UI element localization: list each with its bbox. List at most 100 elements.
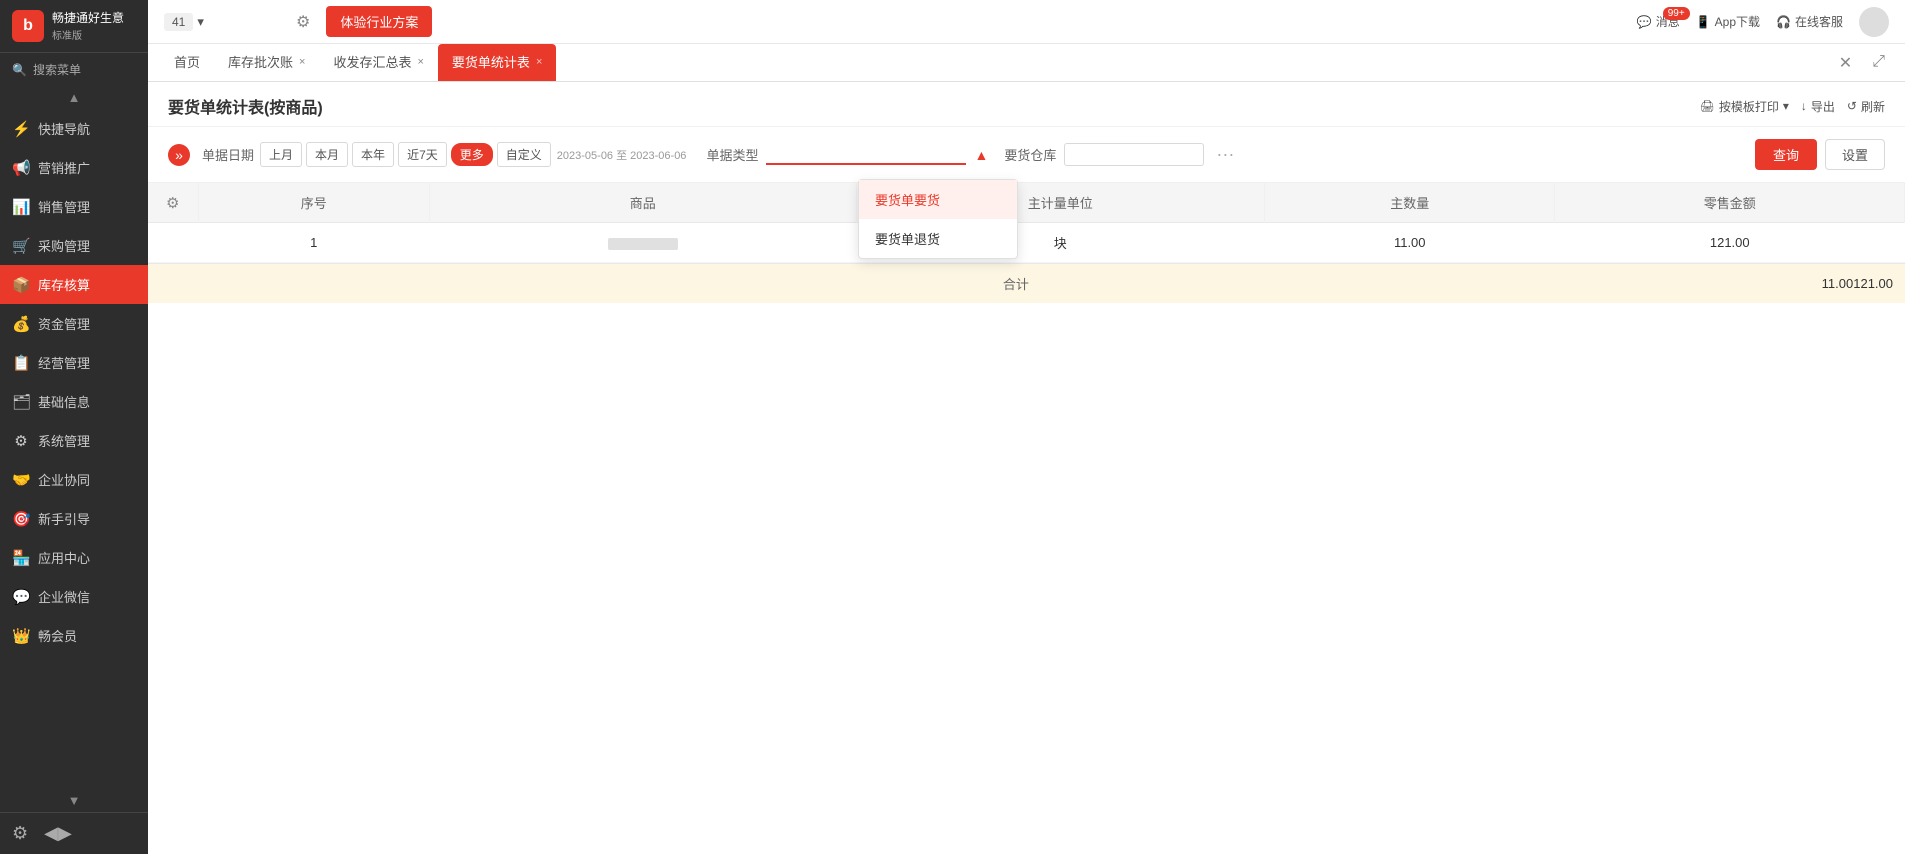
type-filter-group: 单据类型 ▲ [706,144,988,165]
sidebar-item-vip[interactable]: 👑 畅会员 [0,616,148,655]
app-download-label: App下载 [1715,13,1760,30]
export-action[interactable]: ↓ 导出 [1801,98,1835,115]
messages-btn[interactable]: 💬 消息 99+ [1637,13,1680,30]
dropdown-item-label: 要货单退货 [875,232,940,247]
logo-text-block: 畅捷通好生意 标准版 [52,10,124,42]
service-label: 在线客服 [1795,13,1843,30]
online-service-btn[interactable]: 🎧 在线客服 [1776,13,1843,30]
tab-label: 收发存汇总表 [333,52,411,71]
column-settings-icon[interactable]: ⚙ [166,195,179,212]
quick-nav-icon: ⚡ [12,120,30,138]
table-header-row: ⚙ 序号 商品 主计量单位 主数 [148,183,1905,223]
filter-more-btn[interactable]: ··· [1216,144,1234,165]
refresh-action[interactable]: ↺ 刷新 [1847,98,1885,115]
query-button[interactable]: 查询 [1755,139,1817,170]
sidebar-item-system[interactable]: ⚙ 系统管理 [0,421,148,460]
sidebar-item-label: 企业协同 [38,470,90,489]
sidebar-item-enterprise[interactable]: 🤝 企业协同 [0,460,148,499]
settings-button[interactable]: 设置 [1825,139,1885,170]
filter-actions: 查询 设置 [1755,139,1885,170]
type-dropdown-arrow[interactable]: ▲ [974,147,988,163]
tab-close-icon[interactable]: × [536,56,542,68]
logo-icon: b [12,10,44,42]
trial-button[interactable]: 体验行业方案 [326,6,432,37]
marketing-icon: 📢 [12,159,30,177]
header-right: 💬 消息 99+ 📱 App下载 🎧 在线客服 [1637,7,1889,37]
footer-total-label: 合计 [210,274,1822,293]
sidebar-bottom: ⚙ ◀▶ [0,812,148,854]
sidebar-item-wechat[interactable]: 💬 企业微信 [0,577,148,616]
sidebar: b 畅捷通好生意 标准版 🔍 搜索菜单 ▲ ⚡ 快捷导航 📢 营销推广 📊 销售… [0,0,148,854]
sidebar-item-purchase[interactable]: 🛒 采购管理 [0,226,148,265]
sidebar-item-appstore[interactable]: 🏪 应用中心 [0,538,148,577]
export-label: 导出 [1811,98,1835,115]
sidebar-item-marketing[interactable]: 📢 营销推广 [0,148,148,187]
date-btn-this-year[interactable]: 本年 [352,142,394,167]
tab-close-icon[interactable]: × [417,56,423,68]
page-title: 要货单统计表(按商品) [168,94,323,118]
dropdown-item-order-goods[interactable]: 要货单要货 [859,180,1017,219]
data-table: ⚙ 序号 商品 主计量单位 主数 [148,183,1905,263]
toggle-sidebar-icon[interactable]: ◀▶ [44,823,72,844]
tab-bar-actions: ✕ ⤢ [1831,49,1893,77]
cell-quantity: 11.00 [1265,223,1555,263]
messages-badge: 99+ [1663,7,1690,20]
tab-close-icon[interactable]: × [299,56,305,68]
search-label: 搜索菜单 [33,61,81,78]
tab-receive-summary[interactable]: 收发存汇总表 × [319,44,437,81]
sidebar-item-label: 新手引导 [38,509,90,528]
tab-restore-btn[interactable]: ⤢ [1864,49,1893,77]
sidebar-item-finance[interactable]: 💰 资金管理 [0,304,148,343]
refresh-icon: ↺ [1847,99,1857,113]
col-header-settings[interactable]: ⚙ [148,183,198,223]
scroll-up-btn[interactable]: ▲ [0,86,148,109]
sidebar-item-guide[interactable]: 🎯 新手引导 [0,499,148,538]
footer-quantity: 11.00 [1822,276,1854,291]
user-avatar[interactable] [1859,7,1889,37]
sidebar-item-quick-nav[interactable]: ⚡ 快捷导航 [0,109,148,148]
export-icon: ↓ [1801,99,1807,113]
print-action[interactable]: 🖨 按模板打印 ▾ [1700,98,1789,115]
sidebar-item-sales[interactable]: 📊 销售管理 [0,187,148,226]
date-btn-7days[interactable]: 近7天 [398,142,447,167]
sidebar-item-label: 销售管理 [38,197,90,216]
app-edition: 标准版 [52,27,124,42]
tab-bar: 首页 库存批次账 × 收发存汇总表 × 要货单统计表 × ✕ ⤢ [148,44,1905,82]
tab-home[interactable]: 首页 [160,44,214,81]
store-number: 41 [164,13,193,31]
sidebar-item-operation[interactable]: 📋 经营管理 [0,343,148,382]
date-btn-this-month[interactable]: 本月 [306,142,348,167]
guide-icon: 🎯 [12,510,30,528]
tab-order-stats[interactable]: 要货单统计表 × [438,44,556,81]
type-dropdown-menu: 要货单要货 要货单退货 [858,179,1018,259]
sidebar-item-label: 系统管理 [38,431,90,450]
table-footer: 合计 11.00 121.00 [148,263,1905,303]
type-filter-input[interactable] [766,144,966,165]
tab-close-all-btn[interactable]: ✕ [1831,49,1860,77]
app-name: 畅捷通好生意 [52,10,124,27]
main-area: 41 ▾ ⚙ 体验行业方案 💬 消息 99+ 📱 App下载 🎧 在线客服 首页 [148,0,1905,854]
date-btn-more[interactable]: 更多 [451,143,493,166]
store-selector[interactable]: 41 ▾ [164,13,284,31]
sidebar-item-label: 畅会员 [38,626,77,645]
warehouse-filter-input[interactable] [1064,143,1204,166]
operation-icon: 📋 [12,354,30,372]
page-actions: 🖨 按模板打印 ▾ ↓ 导出 ↺ 刷新 [1700,98,1885,115]
table-area: ⚙ 序号 商品 主计量单位 主数 [148,183,1905,263]
header-gear-icon[interactable]: ⚙ [296,12,310,32]
sidebar-item-basic[interactable]: 🗂 基础信息 [0,382,148,421]
col-header-amount: 零售金额 [1555,183,1905,223]
headset-icon: 🎧 [1776,15,1791,29]
search-menu[interactable]: 🔍 搜索菜单 [0,53,148,86]
date-btn-custom[interactable]: 自定义 [497,142,551,167]
sidebar-item-inventory[interactable]: 📦 库存核算 [0,265,148,304]
date-btn-prev-month[interactable]: 上月 [260,142,302,167]
settings-bottom-icon[interactable]: ⚙ [12,823,28,844]
tab-inventory-batch[interactable]: 库存批次账 × [214,44,319,81]
sidebar-item-label: 应用中心 [38,548,90,567]
dropdown-item-order-return[interactable]: 要货单退货 [859,219,1017,258]
filter-expand-btn[interactable]: » [168,144,190,166]
scroll-down-btn[interactable]: ▼ [0,789,148,812]
app-download-btn[interactable]: 📱 App下载 [1696,13,1760,30]
tab-label: 要货单统计表 [452,52,530,71]
